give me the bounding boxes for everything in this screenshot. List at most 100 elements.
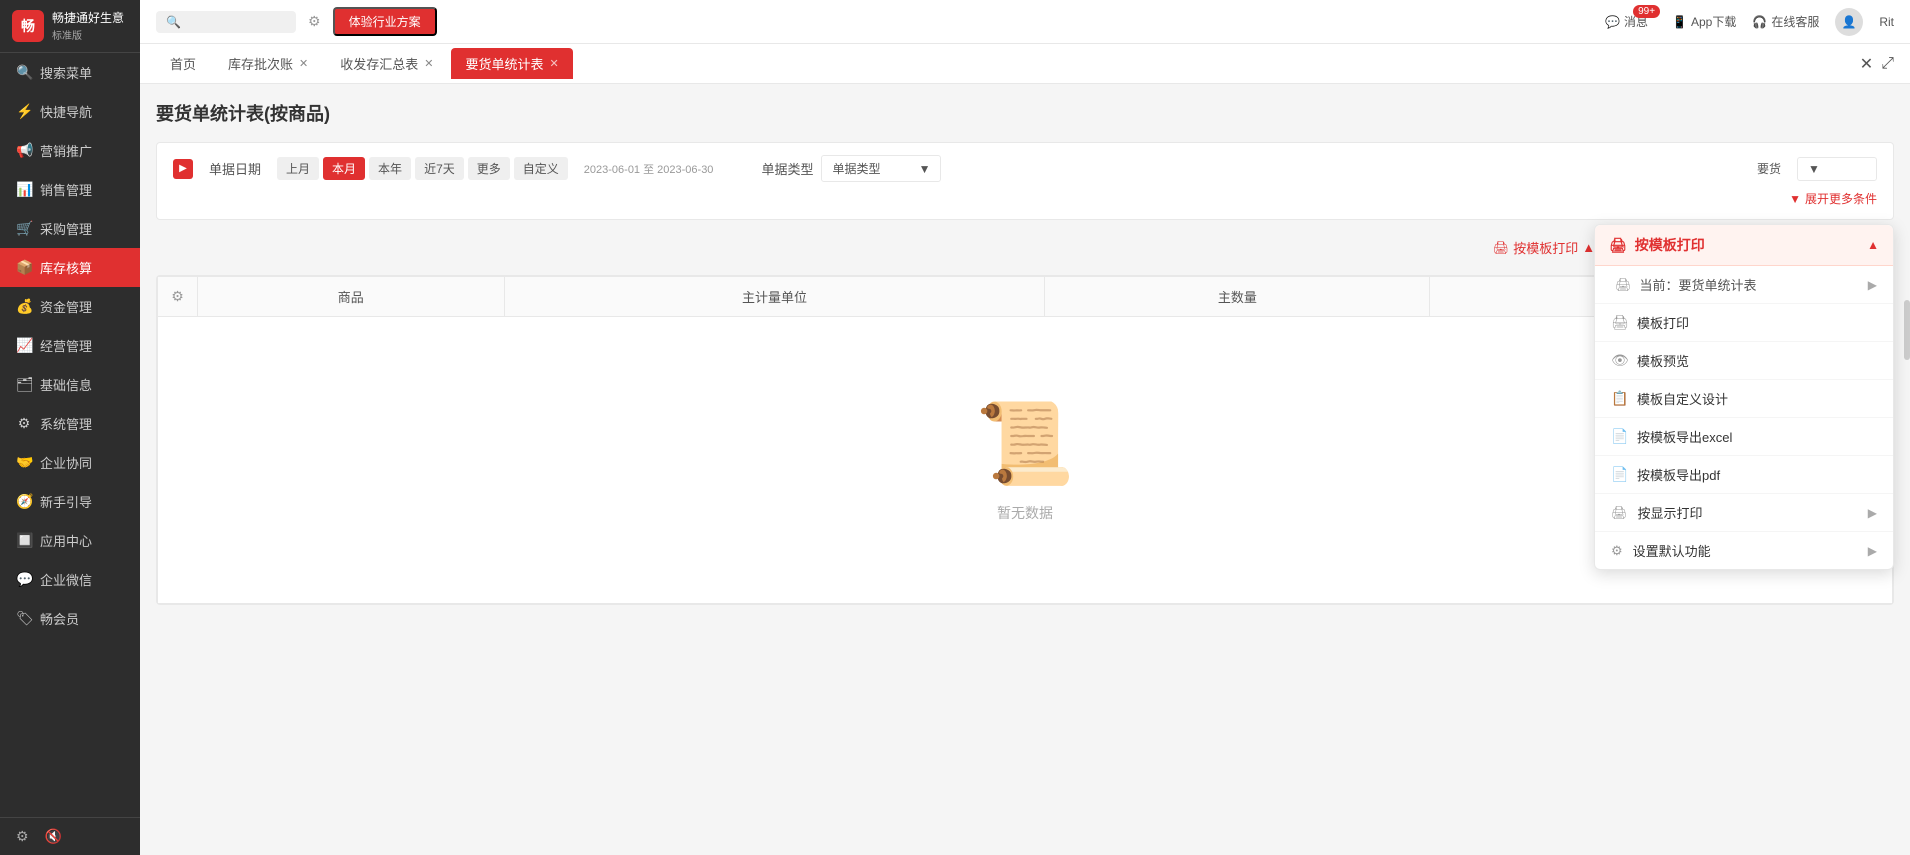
tab-demand-stat[interactable]: 要货单统计表 ✕ <box>451 48 572 79</box>
col-unit: 主计量单位 <box>504 277 1045 317</box>
batch-account-tab-close[interactable]: ✕ <box>299 57 308 70</box>
quick-nav-icon: ⚡ <box>16 103 32 120</box>
sidebar-item-quick-nav[interactable]: ⚡ 快捷导航 <box>0 92 140 131</box>
sidebar-item-guide[interactable]: 🧭 新手引导 <box>0 482 140 521</box>
tab-home[interactable]: 首页 <box>156 48 210 79</box>
inventory-icon: 📦 <box>16 259 32 276</box>
demand-filter-select[interactable]: ▼ <box>1797 157 1877 181</box>
dropdown-header-left: 🖨 按模板打印 <box>1609 235 1705 255</box>
expand-filter-btn[interactable]: ▼ 展开更多条件 <box>1789 190 1877 207</box>
topbar-search[interactable]: 🔍 <box>156 11 296 33</box>
user-avatar[interactable]: 👤 <box>1835 8 1863 36</box>
date-btn-current-year[interactable]: 本年 <box>369 157 411 180</box>
topbar-search-icon: 🔍 <box>166 15 181 29</box>
dropdown-collapse-icon[interactable]: ▲ <box>1867 238 1879 252</box>
online-service-label: 在线客服 <box>1771 13 1819 30</box>
default-func-icon: ⚙ <box>1611 543 1623 559</box>
sidebar-item-label: 资金管理 <box>40 297 92 316</box>
sidebar-item-label: 企业协同 <box>40 453 92 472</box>
sidebar-item-basic-info[interactable]: 🗂 基础信息 <box>0 365 140 404</box>
col-quantity: 主数量 <box>1045 277 1430 317</box>
messages-btn[interactable]: 💬 消息 99+ <box>1605 13 1648 30</box>
search-icon: 🔍 <box>16 64 32 81</box>
export-pdf-icon: 📄 <box>1611 466 1627 483</box>
dropdown-item-template-preview[interactable]: 👁 模板预览 <box>1595 342 1893 380</box>
sidebar-item-label: 基础信息 <box>40 375 92 394</box>
sidebar-item-app-center[interactable]: 🔲 应用中心 <box>0 521 140 560</box>
topbar-right: 💬 消息 99+ 📱 App下载 🎧 在线客服 👤 Rit <box>1605 8 1894 36</box>
right-scroll-indicator[interactable] <box>1904 300 1910 360</box>
date-range-text: 2023-06-01 至 2023-06-30 <box>584 161 714 177</box>
operation-icon: 📈 <box>16 337 32 354</box>
date-filter-label: 单据日期 <box>209 159 261 178</box>
sidebar-item-label: 经营管理 <box>40 336 92 355</box>
date-group: 上月 本月 本年 近7天 更多 自定义 <box>277 157 568 180</box>
date-btn-last7days[interactable]: 近7天 <box>415 157 464 180</box>
template-custom-icon: 📋 <box>1611 390 1627 407</box>
finance-icon: 💰 <box>16 298 32 315</box>
main-area: 🔍 ⚙ 体验行业方案 💬 消息 99+ 📱 App下载 🎧 在线客服 👤 Ri <box>140 0 1910 855</box>
sidebar-item-cooperation[interactable]: 🤝 企业协同 <box>0 443 140 482</box>
sidebar-item-inventory[interactable]: 📦 库存核算 <box>0 248 140 287</box>
current-template-item[interactable]: 🖨 当前：要货单统计表 ▶ <box>1595 266 1893 304</box>
expand-icon: ▼ <box>1789 192 1801 206</box>
sidebar-nav: 🔍 搜索菜单 ⚡ 快捷导航 📢 营销推广 📊 销售管理 🛒 采购管理 📦 库存核… <box>0 53 140 817</box>
messages-icon: 💬 <box>1605 15 1620 29</box>
default-func-label: 设置默认功能 <box>1633 541 1711 560</box>
sidebar-mute-icon[interactable]: 🔇 <box>45 828 62 845</box>
dropdown-default-func[interactable]: ⚙ 设置默认功能 ▶ <box>1595 532 1893 569</box>
template-preview-label: 模板预览 <box>1637 351 1689 370</box>
online-service-btn[interactable]: 🎧 在线客服 <box>1752 13 1819 30</box>
home-tab-label: 首页 <box>170 54 196 73</box>
app-download-btn[interactable]: 📱 App下载 <box>1672 13 1736 30</box>
dropdown-item-export-pdf[interactable]: 📄 按模板导出pdf <box>1595 456 1893 494</box>
filter-expand-arrow[interactable]: ▶ <box>173 159 193 179</box>
sidebar-item-label: 搜索菜单 <box>40 63 92 82</box>
marketing-icon: 📢 <box>16 142 32 159</box>
sidebar-item-member[interactable]: 🏷 畅会员 <box>0 599 140 638</box>
tab-close-icon[interactable]: ✕ <box>1860 54 1873 74</box>
tab-collection-summary[interactable]: 收发存汇总表 ✕ <box>326 48 447 79</box>
dropdown-item-template-print[interactable]: 🖨 模板打印 <box>1595 304 1893 342</box>
sidebar-item-purchase[interactable]: 🛒 采购管理 <box>0 209 140 248</box>
sidebar-item-label: 采购管理 <box>40 219 92 238</box>
tab-batch-account[interactable]: 库存批次账 ✕ <box>214 48 322 79</box>
current-template-label: 当前：要货单统计表 <box>1640 275 1757 294</box>
collection-summary-tab-close[interactable]: ✕ <box>424 57 433 70</box>
guide-icon: 🧭 <box>16 493 32 510</box>
wechat-icon: 💬 <box>16 571 32 588</box>
sidebar-settings-icon[interactable]: ⚙ <box>16 828 29 845</box>
demand-stat-tab-close[interactable]: ✕ <box>550 57 559 70</box>
avatar-icon: 👤 <box>1842 15 1857 29</box>
date-btn-more[interactable]: 更多 <box>468 157 510 180</box>
sidebar-item-marketing[interactable]: 📢 营销推广 <box>0 131 140 170</box>
demand-type-label: 要货 <box>1757 160 1781 177</box>
dropdown-item-export-excel[interactable]: 📄 按模板导出excel <box>1595 418 1893 456</box>
empty-text: 暂无数据 <box>997 503 1053 523</box>
template-custom-label: 模板自定义设计 <box>1637 389 1728 408</box>
date-btn-prev-month[interactable]: 上月 <box>277 157 319 180</box>
sidebar-item-system[interactable]: ⚙ 系统管理 <box>0 404 140 443</box>
print-template-btn[interactable]: 🖨 按模板打印 ▲ <box>1493 238 1595 257</box>
maximize-icon[interactable]: ⤢ <box>1881 55 1894 73</box>
tabbar: 首页 库存批次账 ✕ 收发存汇总表 ✕ 要货单统计表 ✕ ✕ ⤢ <box>140 44 1910 84</box>
date-btn-current-month[interactable]: 本月 <box>323 157 365 180</box>
sidebar-item-search[interactable]: 🔍 搜索菜单 <box>0 53 140 92</box>
sidebar-item-sales[interactable]: 📊 销售管理 <box>0 170 140 209</box>
date-btn-custom[interactable]: 自定义 <box>514 157 568 180</box>
messages-badge: 99+ <box>1633 5 1660 18</box>
sidebar-item-label: 系统管理 <box>40 414 92 433</box>
dropdown-item-template-custom[interactable]: 📋 模板自定义设计 <box>1595 380 1893 418</box>
dropdown-display-print[interactable]: 🖨 按显示打印 ▶ <box>1595 494 1893 532</box>
tabbar-right: ✕ ⤢ <box>1860 54 1894 74</box>
sidebar-item-wechat[interactable]: 💬 企业微信 <box>0 560 140 599</box>
col-settings-icon[interactable]: ⚙ <box>171 288 184 304</box>
sidebar-item-operation[interactable]: 📈 经营管理 <box>0 326 140 365</box>
batch-account-tab-label: 库存批次账 <box>228 54 293 73</box>
sidebar-item-label: 应用中心 <box>40 531 92 550</box>
topbar-gear-icon[interactable]: ⚙ <box>308 13 321 30</box>
member-icon: 🏷 <box>16 610 32 627</box>
type-filter-select[interactable]: 单据类型 ▼ <box>821 155 941 182</box>
trial-btn[interactable]: 体验行业方案 <box>333 7 437 36</box>
sidebar-item-finance[interactable]: 💰 资金管理 <box>0 287 140 326</box>
